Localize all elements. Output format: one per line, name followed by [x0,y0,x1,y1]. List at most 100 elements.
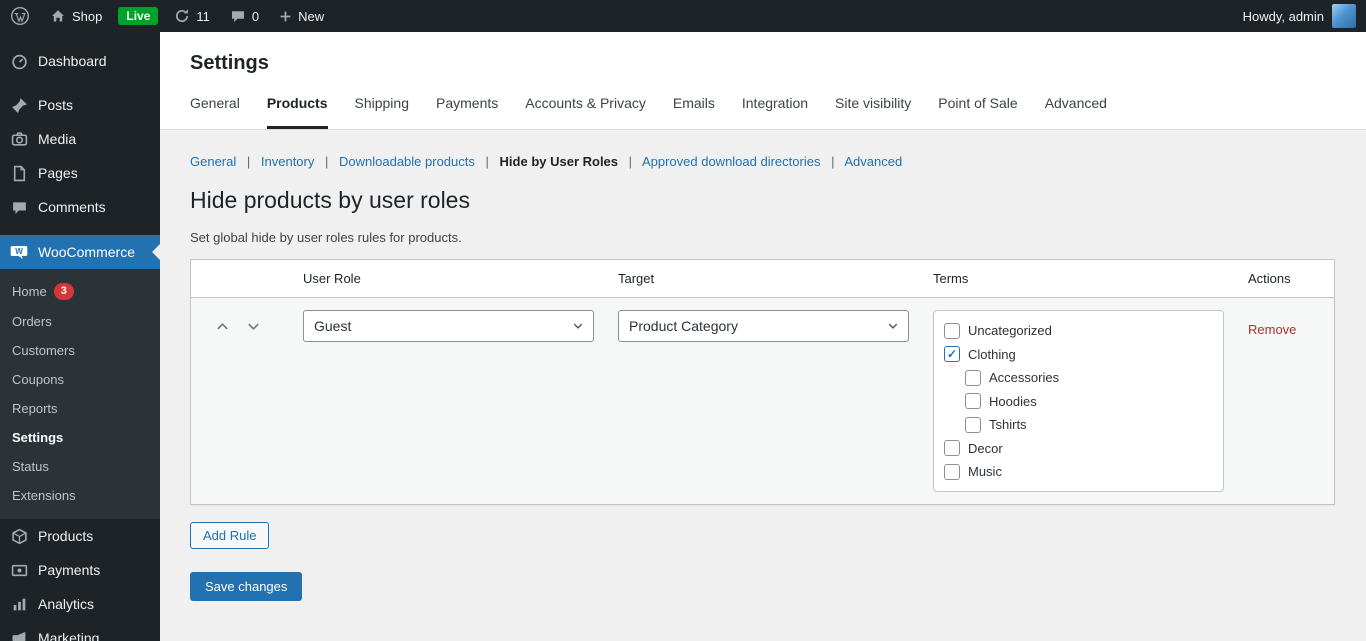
term-checkbox-hoodies[interactable] [965,393,981,410]
settings-title: Settings [190,52,269,74]
sidebar-label-comments: Comments [38,199,106,215]
sidebar-item-posts[interactable]: Posts [0,88,160,122]
submenu-label-home: Home [12,284,47,299]
move-up-button[interactable] [215,319,230,334]
analytics-icon [9,594,29,614]
sidebar-comments-icon [9,197,29,217]
tab-point-of-sale[interactable]: Point of Sale [938,95,1017,129]
term-checkbox-clothing[interactable] [944,346,960,363]
woocommerce-icon: W [9,242,29,262]
save-changes-button[interactable]: Save changes [190,572,303,601]
site-name-link[interactable]: Shop [40,0,112,32]
sidebar-item-media[interactable]: Media [0,122,160,156]
home-count-badge: 3 [53,283,74,300]
tab-advanced[interactable]: Advanced [1045,95,1107,129]
subnav-inventory[interactable]: Inventory [261,154,314,169]
sidebar-label-marketing: Marketing [38,630,100,641]
subnav-general[interactable]: General [190,154,236,169]
tab-emails[interactable]: Emails [673,95,715,129]
actions-cell: Remove [1236,310,1334,337]
pages-icon [9,163,29,183]
account-menu-button[interactable]: Howdy, admin [1233,0,1366,32]
term-checkbox-music[interactable] [944,463,960,480]
live-badge[interactable]: Live [118,7,159,25]
submenu-item-coupons[interactable]: Coupons [0,365,160,394]
submenu-label-coupons: Coupons [12,372,65,387]
term-checkbox-decor[interactable] [944,440,960,457]
tab-integration[interactable]: Integration [742,95,808,129]
sidebar-item-comments[interactable]: Comments [0,190,160,224]
submenu-item-home[interactable]: Home 3 [0,276,160,307]
sidebar-label-products: Products [38,528,94,544]
tab-payments[interactable]: Payments [436,95,498,129]
marketing-icon [9,628,29,641]
add-rule-row: Add Rule [190,522,1336,549]
target-cell: Product Category [606,310,921,342]
sidebar-item-pages[interactable]: Pages [0,156,160,190]
header-target: Target [618,271,655,286]
term-checkbox-accessories[interactable] [965,369,981,386]
term-label[interactable]: Hoodies [989,394,1037,409]
move-down-button[interactable] [246,319,261,334]
sidebar-item-products[interactable]: Products [0,519,160,553]
term-checkbox-tshirts[interactable] [965,416,981,433]
plus-icon [279,10,292,23]
wp-logo-button[interactable] [0,0,40,32]
user-role-cell: Guest [291,310,606,342]
admin-bar: Shop Live 11 0 New Howdy, admin [0,0,1366,32]
posts-icon [9,95,29,115]
sidebar-label-pages: Pages [38,165,78,181]
target-select[interactable]: Product Category [618,310,909,342]
chevron-down-icon [887,320,899,332]
term-label[interactable]: Uncategorized [968,323,1052,338]
menu-separator [0,78,160,88]
term-label[interactable]: Accessories [989,370,1059,385]
page-description: Set global hide by user roles rules for … [190,230,462,245]
sidebar-item-woocommerce[interactable]: W WooCommerce [0,235,160,269]
subnav-advanced[interactable]: Advanced [844,154,902,169]
updates-icon [174,8,190,24]
subnav-separator: | [246,154,251,169]
subnav-approved-download-directories[interactable]: Approved download directories [642,154,821,169]
submenu-item-status[interactable]: Status [0,452,160,481]
media-icon [9,129,29,149]
submenu-item-extensions[interactable]: Extensions [0,481,160,510]
term-checkbox-uncategorized[interactable] [944,322,960,339]
woocommerce-submenu: Home 3 Orders Customers Coupons Reports … [0,269,160,519]
tab-products[interactable]: Products [266,95,328,129]
tab-accounts-privacy[interactable]: Accounts & Privacy [525,95,646,129]
sidebar-label-woocommerce: WooCommerce [38,244,135,260]
submenu-item-customers[interactable]: Customers [0,336,160,365]
tab-general[interactable]: General [190,95,240,129]
sidebar-item-marketing[interactable]: Marketing [0,621,160,641]
sidebar-item-analytics[interactable]: Analytics [0,587,160,621]
user-role-value: Guest [314,318,352,334]
sidebar-item-dashboard[interactable]: Dashboard [0,44,160,78]
tab-shipping[interactable]: Shipping [355,95,410,129]
subnav-hide-by-user-roles[interactable]: Hide by User Roles [500,154,619,169]
comments-button[interactable]: 0 [220,0,269,32]
hide-rules-table: User Role Target Terms Actions Guest Pro… [190,259,1335,505]
submenu-item-settings[interactable]: Settings [0,423,160,452]
term-label[interactable]: Tshirts [989,417,1027,432]
term-item: Clothing [944,343,1213,367]
subnav-downloadable-products[interactable]: Downloadable products [339,154,475,169]
new-content-button[interactable]: New [269,0,334,32]
user-role-select[interactable]: Guest [303,310,594,342]
term-label[interactable]: Decor [968,441,1003,456]
add-rule-button[interactable]: Add Rule [190,522,270,549]
dashboard-icon [9,51,29,71]
remove-rule-link[interactable]: Remove [1248,310,1296,337]
updates-button[interactable]: 11 [164,0,220,32]
term-label[interactable]: Music [968,464,1002,479]
submenu-item-orders[interactable]: Orders [0,307,160,336]
term-label[interactable]: Clothing [968,347,1016,362]
sidebar-item-payments[interactable]: Payments [0,553,160,587]
subnav-separator: | [831,154,835,169]
admin-sidebar: Dashboard Posts Media Pages Comments W W… [0,32,160,641]
rule-row: Guest Product Category Uncategorized ✓ C… [191,298,1334,504]
submenu-item-reports[interactable]: Reports [0,394,160,423]
tab-site-visibility[interactable]: Site visibility [835,95,911,129]
svg-text:W: W [15,247,23,256]
submenu-label-orders: Orders [12,314,52,329]
